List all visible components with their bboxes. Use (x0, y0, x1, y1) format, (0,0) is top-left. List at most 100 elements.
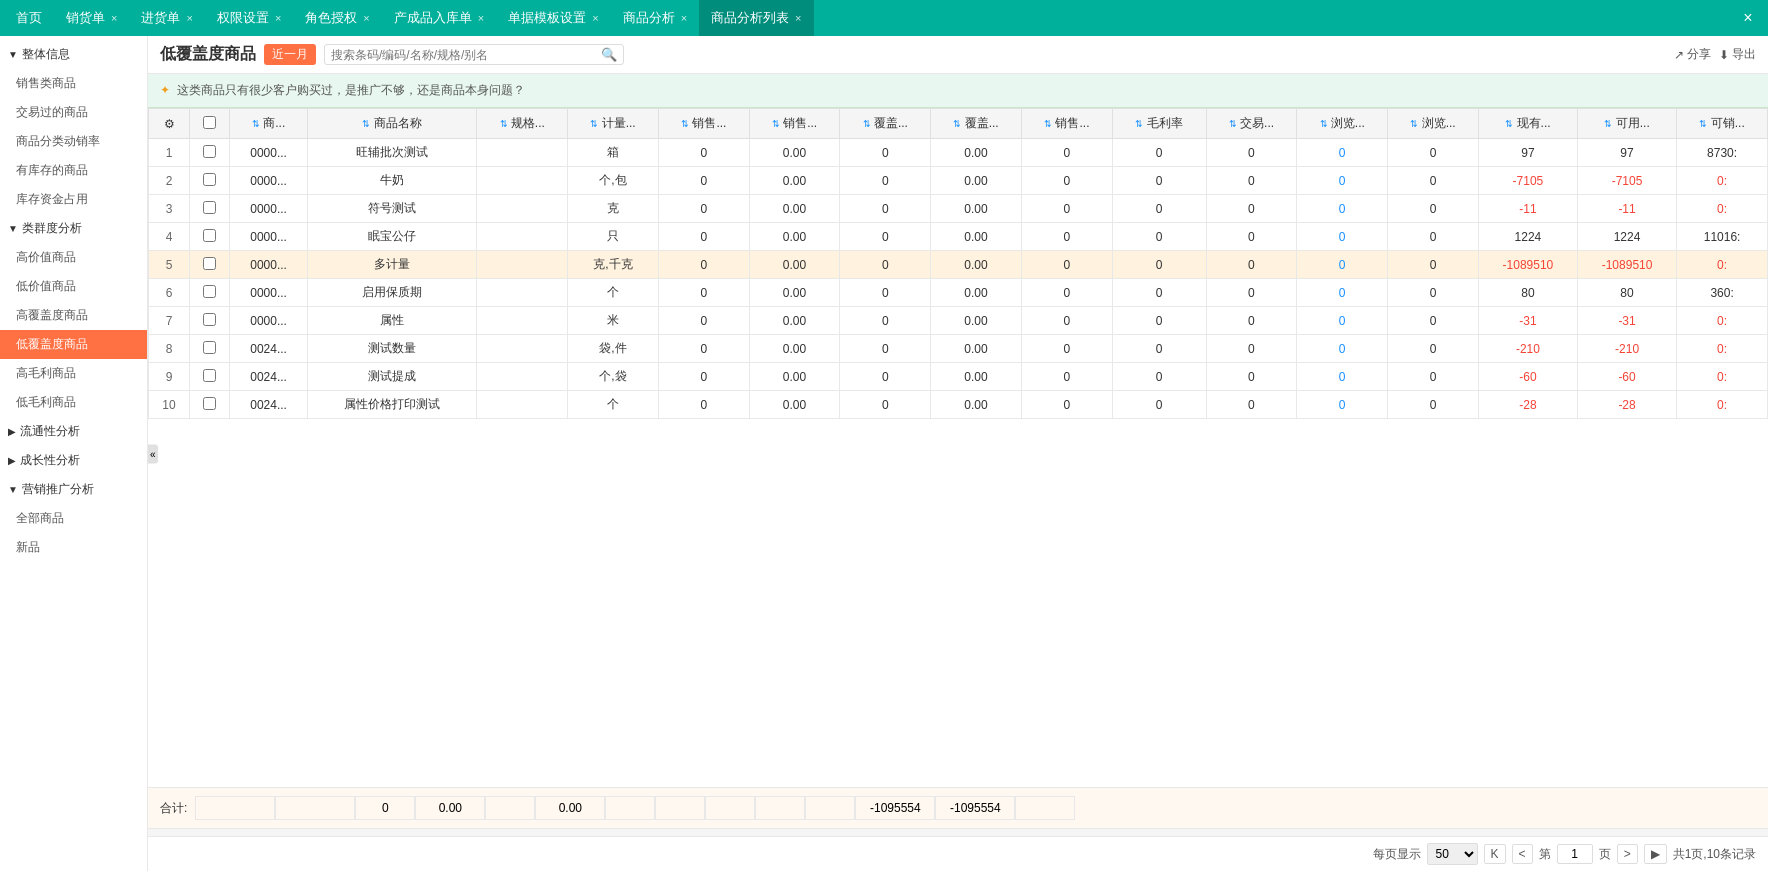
period-button[interactable]: 近一月 (264, 44, 316, 65)
settings-icon[interactable]: ⚙ (164, 117, 175, 131)
col-header-code[interactable]: ⇅ 商... (230, 109, 307, 139)
nav-tab-close-3[interactable]: × (275, 12, 281, 24)
row-checkbox[interactable] (203, 369, 216, 382)
browse1[interactable]: 0 (1339, 230, 1346, 244)
search-input[interactable] (331, 48, 601, 62)
nav-tab-7[interactable]: 商品分析× (611, 0, 699, 36)
nav-tab-3[interactable]: 权限设置× (205, 0, 293, 36)
row-checkbox[interactable] (203, 201, 216, 214)
col-header-current_stock[interactable]: ⇅ 现有... (1478, 109, 1577, 139)
col-header-browse2[interactable]: ⇅ 浏览... (1388, 109, 1479, 139)
sidebar-item-0-3[interactable]: 有库存的商品 (0, 156, 147, 185)
sidebar-item-1-1[interactable]: 低价值商品 (0, 272, 147, 301)
sidebar-item-1-2[interactable]: 高覆盖度商品 (0, 301, 147, 330)
row-checkbox[interactable] (203, 341, 216, 354)
nav-tab-8[interactable]: 商品分析列表× (699, 0, 813, 36)
sort-icon: ⇅ (1699, 119, 1707, 129)
last-page-button[interactable]: ▶ (1644, 844, 1667, 864)
page-number-input[interactable] (1557, 844, 1593, 864)
sort-icon: ⇅ (1044, 119, 1052, 129)
sidebar-item-0-4[interactable]: 库存资金占用 (0, 185, 147, 214)
sidebar-item-1-5[interactable]: 低毛利商品 (0, 388, 147, 417)
sales-amt: 0.00 (783, 202, 806, 216)
sidebar-section-4[interactable]: ▼营销推广分析 (0, 475, 147, 504)
browse1[interactable]: 0 (1339, 286, 1346, 300)
first-page-button[interactable]: K (1484, 844, 1506, 864)
window-close-button[interactable]: × (1732, 2, 1764, 34)
nav-tab-close-7[interactable]: × (681, 12, 687, 24)
available-stock: -28 (1618, 398, 1635, 412)
row-checkbox[interactable] (203, 257, 216, 270)
nav-tab-close-4[interactable]: × (363, 12, 369, 24)
nav-tab-close-1[interactable]: × (111, 12, 117, 24)
nav-tab-1[interactable]: 销货单× (54, 0, 129, 36)
sales-qty: 0 (700, 342, 707, 356)
row-number: 9 (166, 370, 173, 384)
col-header-coverage1[interactable]: ⇅ 覆盖... (840, 109, 931, 139)
browse1[interactable]: 0 (1339, 146, 1346, 160)
sidebar-section-3[interactable]: ▶成长性分析 (0, 446, 147, 475)
sidebar-item-1-4[interactable]: 高毛利商品 (0, 359, 147, 388)
sidebar-item-4-0[interactable]: 全部商品 (0, 504, 147, 533)
select-all-checkbox[interactable] (203, 116, 216, 129)
row-checkbox[interactable] (203, 313, 216, 326)
nav-tab-close-2[interactable]: × (186, 12, 192, 24)
browse1[interactable]: 0 (1339, 398, 1346, 412)
sidebar-item-1-0[interactable]: 高价值商品 (0, 243, 147, 272)
sort-icon: ⇅ (1229, 119, 1237, 129)
browse2: 0 (1430, 174, 1437, 188)
browse1[interactable]: 0 (1339, 202, 1346, 216)
col-header-coverage2[interactable]: ⇅ 覆盖... (931, 109, 1022, 139)
horizontal-scrollbar[interactable] (148, 828, 1768, 836)
row-checkbox[interactable] (203, 397, 216, 410)
nav-tab-close-5[interactable]: × (478, 12, 484, 24)
sidebar-section-0[interactable]: ▼整体信息 (0, 40, 147, 69)
browse1[interactable]: 0 (1339, 370, 1346, 384)
col-header-sales_qty[interactable]: ⇅ 销售... (658, 109, 749, 139)
nav-tab-4[interactable]: 角色授权× (293, 0, 381, 36)
col-header-sales_extra[interactable]: ⇅ 销售... (1021, 109, 1112, 139)
nav-tab-6[interactable]: 单据模板设置× (496, 0, 610, 36)
col-header-name[interactable]: ⇅ 商品名称 (307, 109, 477, 139)
col-header-browse1[interactable]: ⇅ 浏览... (1297, 109, 1388, 139)
sidebar-item-0-0[interactable]: 销售类商品 (0, 69, 147, 98)
col-header-checkbox[interactable] (190, 109, 230, 139)
table-wrapper[interactable]: ⚙⇅ 商...⇅ 商品名称⇅ 规格...⇅ 计量...⇅ 销售...⇅ 销售..… (148, 108, 1768, 787)
export-button[interactable]: ⬇ 导出 (1719, 46, 1756, 63)
col-header-saleable[interactable]: ⇅ 可销... (1677, 109, 1768, 139)
next-page-button[interactable]: > (1617, 844, 1638, 864)
row-checkbox[interactable] (203, 145, 216, 158)
saleable: 0: (1717, 174, 1727, 188)
col-header-spec[interactable]: ⇅ 规格... (477, 109, 568, 139)
col-header-available_stock[interactable]: ⇅ 可用... (1577, 109, 1676, 139)
browse1[interactable]: 0 (1339, 174, 1346, 188)
nav-tab-close-6[interactable]: × (592, 12, 598, 24)
row-checkbox[interactable] (203, 173, 216, 186)
row-checkbox[interactable] (203, 229, 216, 242)
nav-tab-5[interactable]: 产成品入库单× (382, 0, 496, 36)
col-header-sales_amt[interactable]: ⇅ 销售... (749, 109, 840, 139)
col-header-settings[interactable]: ⚙ (149, 109, 190, 139)
col-header-unit[interactable]: ⇅ 计量... (568, 109, 659, 139)
nav-tab-close-8[interactable]: × (795, 12, 801, 24)
sidebar-item-0-1[interactable]: 交易过的商品 (0, 98, 147, 127)
sidebar-section-2[interactable]: ▶流通性分析 (0, 417, 147, 446)
sidebar-item-4-1[interactable]: 新品 (0, 533, 147, 562)
row-checkbox[interactable] (203, 285, 216, 298)
browse1[interactable]: 0 (1339, 342, 1346, 356)
browse1[interactable]: 0 (1339, 314, 1346, 328)
coverage1: 0 (882, 342, 889, 356)
prev-page-button[interactable]: < (1512, 844, 1533, 864)
col-header-transaction[interactable]: ⇅ 交易... (1206, 109, 1297, 139)
transaction: 0 (1248, 202, 1255, 216)
nav-tab-0[interactable]: 首页 (4, 0, 54, 36)
sidebar-collapse-button[interactable]: « (148, 444, 158, 463)
share-button[interactable]: ↗ 分享 (1674, 46, 1711, 63)
browse1[interactable]: 0 (1339, 258, 1346, 272)
page-size-select[interactable]: 50 20 100 (1427, 843, 1478, 865)
sidebar-section-1[interactable]: ▼类群度分析 (0, 214, 147, 243)
sidebar-item-0-2[interactable]: 商品分类动销率 (0, 127, 147, 156)
col-header-gross_margin[interactable]: ⇅ 毛利率 (1112, 109, 1206, 139)
sidebar-item-1-3[interactable]: 低覆盖度商品 (0, 330, 147, 359)
nav-tab-2[interactable]: 进货单× (129, 0, 204, 36)
